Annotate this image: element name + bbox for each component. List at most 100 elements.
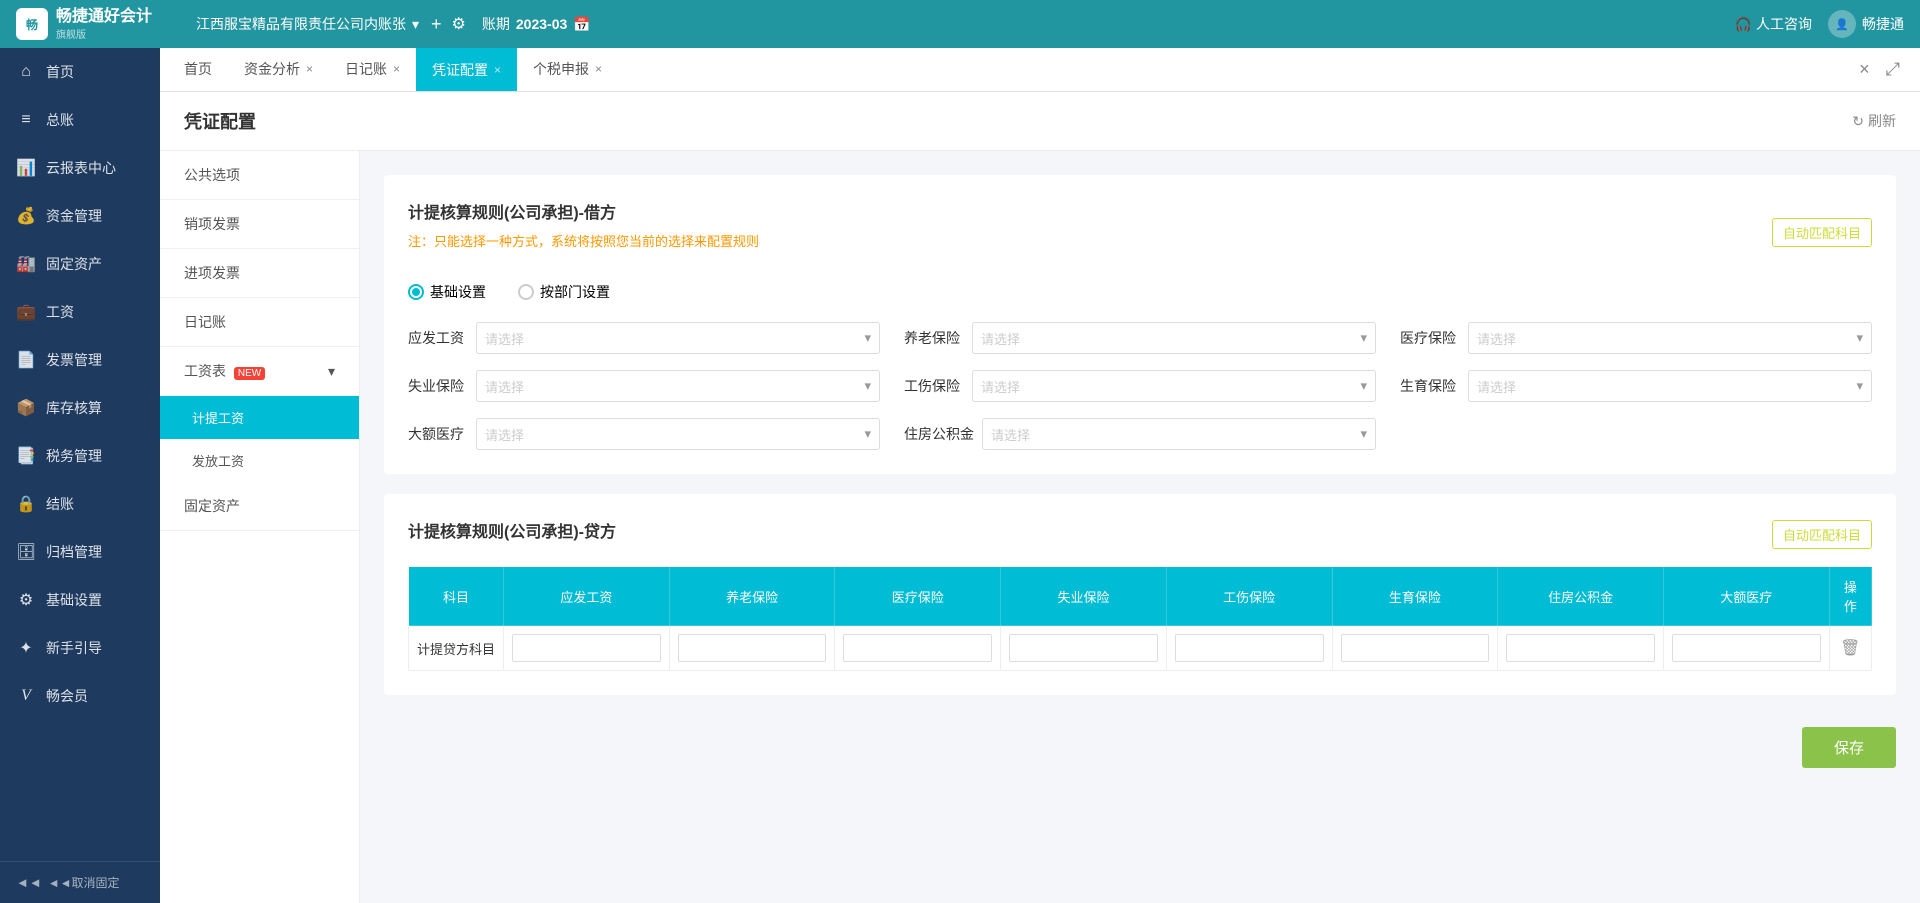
- sidebar-item-vip[interactable]: V 畅会员: [0, 672, 160, 720]
- apply-salary-select[interactable]: 请选择 ▾: [476, 322, 880, 354]
- settings-icon[interactable]: ⚙: [452, 14, 466, 34]
- tab-voucher[interactable]: 凭证配置 ×: [416, 48, 517, 91]
- sidebar-item-ledger[interactable]: ≡ 总账: [0, 96, 160, 144]
- tab-label: 首页: [184, 59, 212, 79]
- radio-dept[interactable]: 按部门设置: [518, 282, 610, 302]
- calendar-icon[interactable]: 📅: [573, 16, 590, 33]
- debit-section-title: 计提核算规则(公司承担)-借方: [408, 199, 759, 223]
- sidebar-item-salary[interactable]: 💼 工资: [0, 288, 160, 336]
- cell-pension: [669, 626, 835, 671]
- main-layout: ⌂ 首页 ≡ 总账 📊 云报表中心 💰 资金管理 🏭 固定资产 💼 工资 📄 发…: [0, 48, 1920, 903]
- tab-capital[interactable]: 资金分析 ×: [228, 48, 329, 91]
- chevron-down-icon: ▾: [1856, 378, 1863, 394]
- input-medical[interactable]: [843, 634, 992, 662]
- page-header: 凭证配置 ↻ 刷新: [160, 92, 1920, 151]
- pin-icon: ◄◄: [16, 875, 42, 890]
- sidebar-item-capital[interactable]: 💰 资金管理: [0, 192, 160, 240]
- sidebar-item-label: 固定资产: [46, 254, 102, 274]
- sidebar-pin-toggle[interactable]: ◄◄ ◄◄取消固定: [0, 861, 160, 903]
- input-housing-fund[interactable]: [1506, 634, 1655, 662]
- company-dropdown-icon[interactable]: ▾: [412, 16, 419, 33]
- left-nav-salary-calc[interactable]: 计提工资: [160, 396, 359, 439]
- sidebar-item-reports[interactable]: 📊 云报表中心: [0, 144, 160, 192]
- save-button[interactable]: 保存: [1802, 727, 1896, 768]
- radio-basic[interactable]: 基础设置: [408, 282, 486, 302]
- cell-work-injury: [1166, 626, 1332, 671]
- left-nav-sales[interactable]: 销项发票: [160, 200, 359, 249]
- input-big-medical[interactable]: [1672, 634, 1821, 662]
- sidebar-item-label: 首页: [46, 62, 74, 82]
- close-tab-icon[interactable]: ×: [1855, 55, 1874, 84]
- table-header-row: 科目 应发工资 养老保险 医疗保险 失业保险 工伤保险 生育保险 住房公积金 大…: [409, 567, 1872, 626]
- debit-section-note: 注：只能选择一种方式，系统将按照您当前的选择来配置规则: [408, 231, 759, 250]
- sidebar-item-inventory[interactable]: 📦 库存核算: [0, 384, 160, 432]
- refresh-button[interactable]: ↻ 刷新: [1852, 111, 1896, 131]
- sidebar-item-label: 结账: [46, 494, 74, 514]
- expand-icon[interactable]: ⤢: [1882, 55, 1904, 84]
- reports-icon: 📊: [16, 158, 36, 178]
- cell-apply-salary: [504, 626, 670, 671]
- input-work-injury[interactable]: [1175, 634, 1324, 662]
- tab-close-capital[interactable]: ×: [306, 62, 313, 76]
- period-label: 账期: [482, 14, 510, 34]
- top-bar-right: 🎧 人工咨询 👤 畅捷通: [1735, 10, 1904, 38]
- sidebar-item-assets[interactable]: 🏭 固定资产: [0, 240, 160, 288]
- form-item-big-medical: 大额医疗 请选择 ▾: [408, 418, 880, 450]
- col-header-big-medical: 大额医疗: [1663, 567, 1829, 626]
- tab-close-journal[interactable]: ×: [393, 62, 400, 76]
- sidebar-item-label: 发票管理: [46, 350, 102, 370]
- tab-tax[interactable]: 个税申报 ×: [517, 48, 618, 91]
- left-nav-fixed-assets[interactable]: 固定资产: [160, 482, 359, 531]
- left-nav-salary-table[interactable]: 工资表 NEW ▾: [160, 347, 359, 396]
- left-nav-purchase[interactable]: 进项发票: [160, 249, 359, 298]
- left-nav-label: 公共选项: [184, 167, 240, 183]
- chevron-down-icon: ▾: [1360, 330, 1367, 346]
- left-nav-journal[interactable]: 日记账: [160, 298, 359, 347]
- sidebar-item-label: 新手引导: [46, 638, 102, 658]
- sidebar-item-tax[interactable]: 📑 税务管理: [0, 432, 160, 480]
- sidebar-item-close[interactable]: 🔒 结账: [0, 480, 160, 528]
- maternity-select[interactable]: 请选择 ▾: [1468, 370, 1872, 402]
- tab-close-voucher[interactable]: ×: [494, 63, 501, 77]
- tab-home[interactable]: 首页: [168, 48, 228, 91]
- housing-fund-select[interactable]: 请选择 ▾: [982, 418, 1376, 450]
- tab-journal[interactable]: 日记账 ×: [329, 48, 416, 91]
- sidebar-item-archive[interactable]: 🗄 归档管理: [0, 528, 160, 576]
- work-injury-select[interactable]: 请选择 ▾: [972, 370, 1376, 402]
- input-pension[interactable]: [678, 634, 827, 662]
- input-apply-salary[interactable]: [512, 634, 661, 662]
- add-account-icon[interactable]: +: [431, 14, 442, 35]
- period-selector[interactable]: 账期 2023-03 📅: [482, 14, 591, 34]
- sidebar-item-label: 工资: [46, 302, 74, 322]
- cell-housing-fund: [1498, 626, 1664, 671]
- input-maternity[interactable]: [1341, 634, 1490, 662]
- tab-close-tax[interactable]: ×: [595, 62, 602, 76]
- sidebar-item-settings[interactable]: ⚙ 基础设置: [0, 576, 160, 624]
- tab-bar: 首页 资金分析 × 日记账 × 凭证配置 × 个税申报 × × ⤢: [160, 48, 1920, 92]
- left-nav-public[interactable]: 公共选项: [160, 151, 359, 200]
- form-item-unemployment: 失业保险 请选择 ▾: [408, 370, 880, 402]
- unemployment-select[interactable]: 请选择 ▾: [476, 370, 880, 402]
- sidebar-item-guide[interactable]: ✦ 新手引导: [0, 624, 160, 672]
- left-nav-label: 计提工资: [192, 411, 244, 426]
- big-medical-select[interactable]: 请选择 ▾: [476, 418, 880, 450]
- left-nav-salary-pay[interactable]: 发放工资: [160, 439, 359, 482]
- pension-select[interactable]: 请选择 ▾: [972, 322, 1376, 354]
- user-menu[interactable]: 👤 畅捷通: [1828, 10, 1904, 38]
- delete-row-button[interactable]: 🗑: [1840, 640, 1860, 657]
- app-version: 旗舰版: [56, 26, 152, 41]
- left-nav-label: 销项发票: [184, 216, 240, 232]
- debit-auto-match-button[interactable]: 自动匹配科目: [1772, 218, 1872, 247]
- logo-icon: 畅: [16, 8, 48, 40]
- sidebar-item-invoice[interactable]: 📄 发票管理: [0, 336, 160, 384]
- form-item-pension: 养老保险 请选择 ▾: [904, 322, 1376, 354]
- input-unemployment[interactable]: [1009, 634, 1158, 662]
- company-selector[interactable]: 江西服宝精品有限责任公司内账张 ▾: [196, 14, 419, 34]
- chevron-down-icon: ▾: [1360, 426, 1367, 442]
- sidebar-item-home[interactable]: ⌂ 首页: [0, 48, 160, 96]
- chevron-down-icon: ▾: [328, 363, 335, 380]
- credit-auto-match-button[interactable]: 自动匹配科目: [1772, 520, 1872, 549]
- service-button[interactable]: 🎧 人工咨询: [1735, 14, 1812, 34]
- medical-select[interactable]: 请选择 ▾: [1468, 322, 1872, 354]
- credit-section: 计提核算规则(公司承担)-贷方 自动匹配科目 科目 应发工资 养老保险 医疗保险: [384, 494, 1896, 695]
